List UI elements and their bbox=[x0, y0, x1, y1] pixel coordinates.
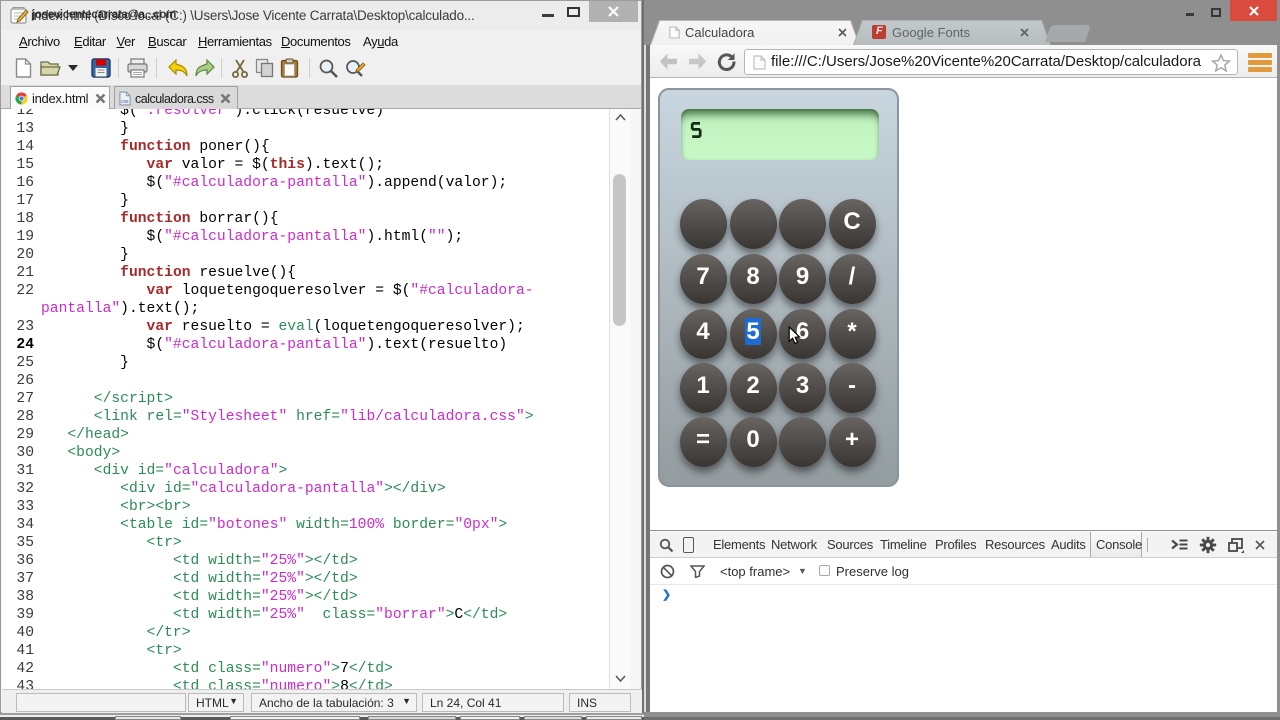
svg-text:css: css bbox=[121, 99, 129, 105]
